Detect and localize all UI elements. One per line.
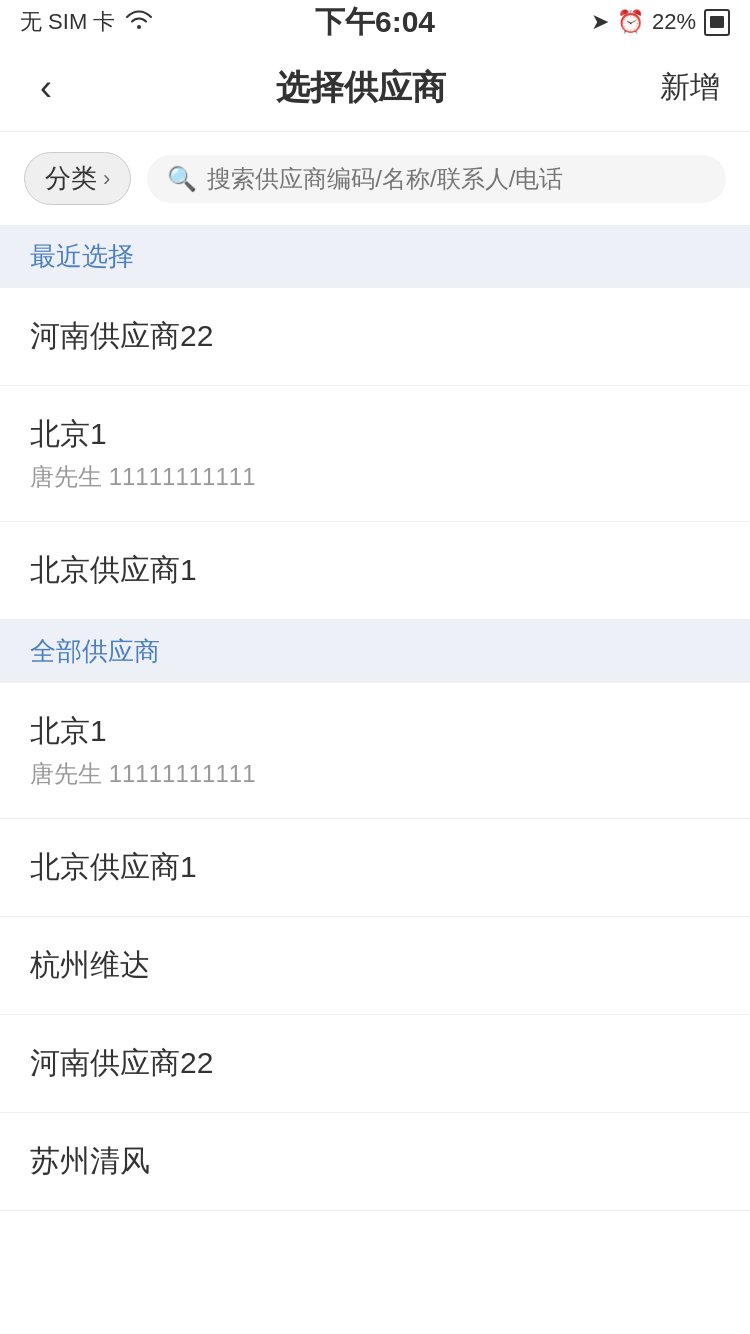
add-button[interactable]: 新增	[660, 67, 720, 108]
list-item[interactable]: 河南供应商22	[0, 1015, 750, 1113]
item-name: 河南供应商22	[30, 316, 720, 357]
item-name: 北京1	[30, 414, 720, 455]
list-item[interactable]: 河南供应商22	[0, 288, 750, 386]
recent-items-list: 河南供应商22 北京1 唐先生 11111111111 北京供应商1	[0, 288, 750, 620]
item-name: 河南供应商22	[30, 1043, 720, 1084]
battery-label: 22%	[652, 9, 696, 35]
status-left: 无 SIM 卡	[20, 7, 153, 37]
status-right: ➤ ⏰ 22%	[591, 9, 730, 36]
list-item[interactable]: 北京供应商1	[0, 522, 750, 620]
chevron-right-icon: ›	[103, 166, 110, 192]
status-time: 下午6:04	[315, 2, 435, 43]
all-items-list: 北京1 唐先生 11111111111 北京供应商1 杭州维达河南供应商22 苏州清风	[0, 683, 750, 1211]
nav-bar: ‹ 选择供应商 新增	[0, 44, 750, 132]
status-bar: 无 SIM 卡 下午6:04 ➤ ⏰ 22%	[0, 0, 750, 44]
list-item[interactable]: 杭州维达	[0, 917, 750, 1015]
list-item[interactable]: 北京1 唐先生 11111111111	[0, 386, 750, 522]
filter-bar: 分类 › 🔍	[0, 132, 750, 225]
carrier-label: 无 SIM 卡	[20, 7, 115, 37]
alarm-icon: ⏰	[617, 9, 644, 35]
item-name: 苏州清风	[30, 1141, 720, 1182]
item-name: 北京1	[30, 711, 720, 752]
category-button[interactable]: 分类 ›	[24, 152, 131, 205]
list-item[interactable]: 北京供应商1	[0, 819, 750, 917]
all-section-header: 全部供应商	[0, 620, 750, 683]
list-item[interactable]: 苏州清风	[0, 1113, 750, 1211]
search-icon: 🔍	[167, 165, 197, 193]
search-input[interactable]	[207, 165, 706, 193]
battery-icon	[704, 9, 730, 36]
category-label: 分类	[45, 161, 97, 196]
item-name: 杭州维达	[30, 945, 720, 986]
item-name: 北京供应商1	[30, 847, 720, 888]
item-sub: 唐先生 11111111111	[30, 461, 720, 493]
item-sub: 唐先生 11111111111	[30, 758, 720, 790]
wifi-icon	[125, 9, 153, 35]
list-item[interactable]: 北京1 唐先生 11111111111	[0, 683, 750, 819]
back-button[interactable]: ‹	[30, 57, 62, 119]
page-title: 选择供应商	[276, 65, 446, 111]
recent-section-label: 最近选择	[30, 241, 134, 271]
location-icon: ➤	[591, 9, 609, 35]
search-box: 🔍	[147, 155, 726, 203]
recent-section-header: 最近选择	[0, 225, 750, 288]
all-section-label: 全部供应商	[30, 636, 160, 666]
item-name: 北京供应商1	[30, 550, 720, 591]
